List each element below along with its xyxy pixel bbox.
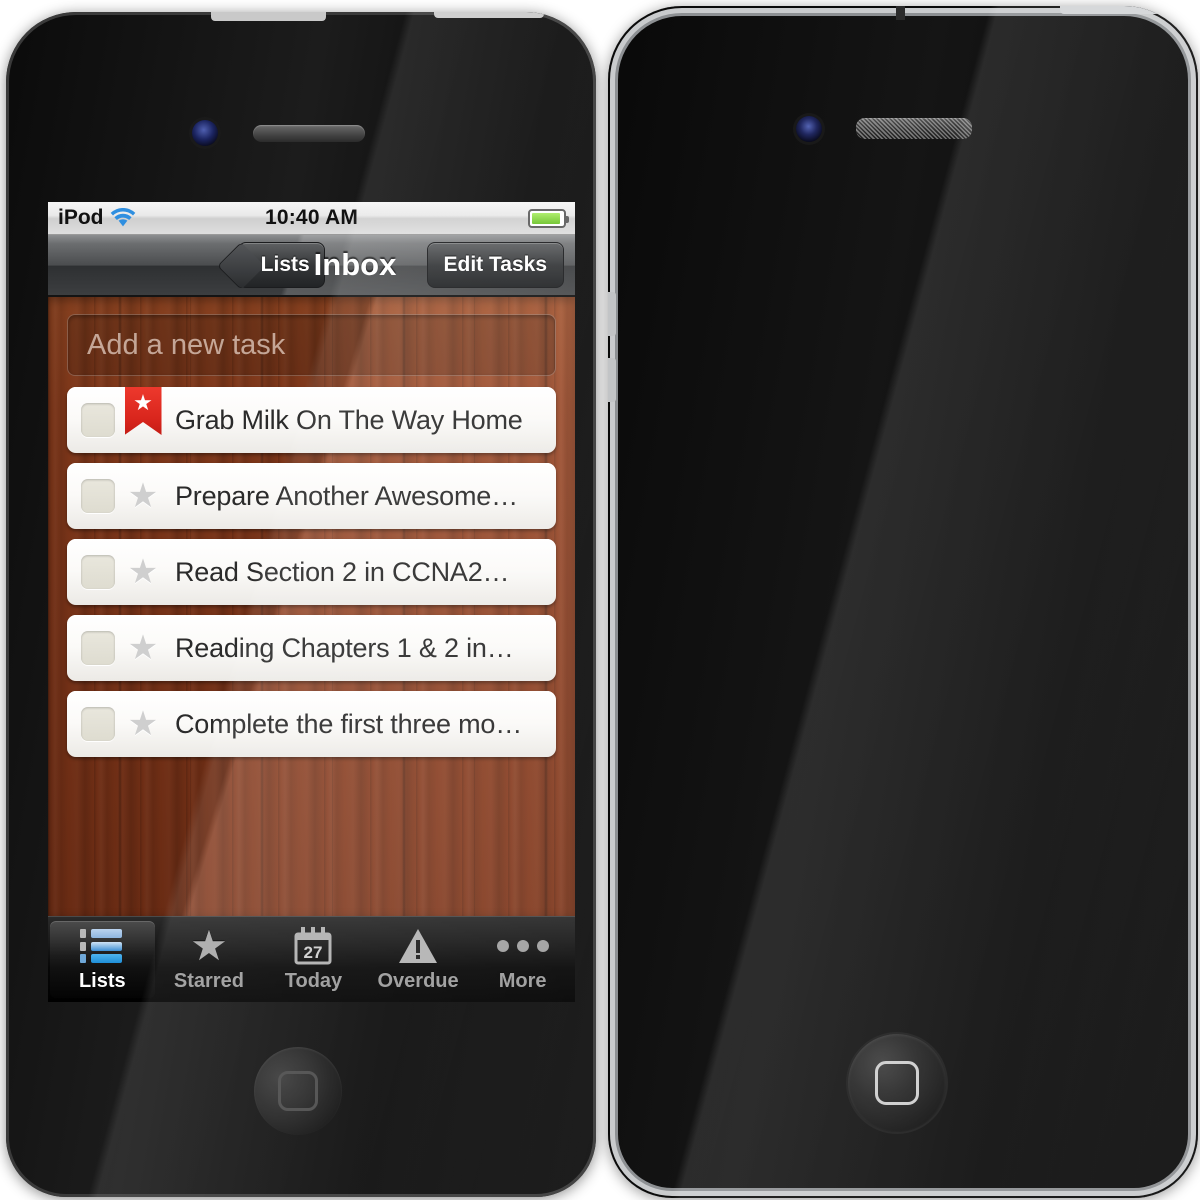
add-task-placeholder: Add a new task — [87, 328, 286, 361]
left-phone-front-camera — [192, 120, 218, 146]
left-tab-bar: Lists ★ Starred 27 Today Overdue More — [48, 916, 575, 1002]
task-checkbox[interactable] — [81, 707, 115, 741]
ribbon-shape: ★ — [124, 387, 162, 435]
calendar-icon: 27 — [294, 927, 332, 965]
left-phone-power-button — [434, 12, 544, 18]
screenshot-canvas: iPod 10:40 AM Lists Inbox Edit Tasks Add… — [0, 0, 1200, 1200]
task-list: ★ Grab Milk On The Way Home ★ Prepare Anoth… — [48, 387, 575, 757]
right-phone-power-button — [1060, 6, 1175, 14]
right-phone-front-camera — [796, 116, 822, 142]
tab-icon-wrap — [396, 926, 440, 966]
ellipsis-icon — [496, 940, 549, 952]
right-phone-earpiece-speaker — [856, 118, 972, 139]
left-phone-device: iPod 10:40 AM Lists Inbox Edit Tasks Add… — [6, 12, 596, 1197]
red-ribbon-star-icon[interactable]: ★ — [115, 387, 171, 453]
edit-tasks-button[interactable]: Edit Tasks — [426, 242, 564, 288]
left-status-bar: iPod 10:40 AM — [48, 202, 575, 235]
edit-tasks-label: Edit Tasks — [443, 253, 547, 276]
page-title: Inbox — [313, 247, 397, 282]
tab-today[interactable]: 27 Today — [261, 917, 366, 1002]
left-phone-home-button[interactable] — [254, 1047, 342, 1135]
battery-icon — [528, 208, 569, 228]
task-title: Read Section 2 in CCNA2… — [175, 556, 510, 587]
tab-label: Today — [284, 970, 343, 992]
left-phone-screen: iPod 10:40 AM Lists Inbox Edit Tasks Add… — [48, 202, 575, 1002]
back-chevron-icon — [216, 241, 265, 291]
tab-label: Overdue — [377, 970, 459, 992]
tab-icon-wrap: ★ — [190, 922, 228, 969]
left-phone-top-button — [211, 12, 326, 21]
gray-star-icon[interactable]: ★ — [115, 463, 171, 529]
back-button-label: Lists — [260, 253, 310, 276]
tab-starred[interactable]: ★ Starred — [157, 917, 262, 1002]
task-checkbox[interactable] — [81, 555, 115, 589]
right-phone-antenna-line — [896, 6, 905, 20]
left-content-area: Add a new task ★ Grab Milk On The Way Hom… — [48, 297, 575, 916]
svg-text:27: 27 — [304, 943, 323, 962]
task-title: Complete the first three mo… — [175, 708, 523, 739]
star-glyph: ★ — [127, 705, 159, 743]
task-checkbox[interactable] — [81, 403, 115, 437]
star-glyph: ★ — [127, 553, 159, 591]
right-phone-home-button[interactable] — [848, 1034, 946, 1132]
task-row[interactable]: ★ Grab Milk On The Way Home — [67, 387, 556, 453]
task-checkbox[interactable] — [81, 479, 115, 513]
left-phone-earpiece-speaker — [253, 125, 365, 142]
tab-icon-wrap — [496, 926, 549, 966]
gray-star-icon[interactable]: ★ — [115, 691, 171, 757]
left-nav-bar: Lists Inbox Edit Tasks — [48, 235, 575, 297]
warning-icon — [399, 929, 438, 963]
right-phone-volume-button — [608, 292, 616, 336]
right-phone-device: 16:59 92 % — [608, 6, 1198, 1198]
task-title: Prepare Another Awesome… — [175, 480, 518, 511]
star-glyph: ★ — [127, 477, 159, 515]
task-title: Grab Milk On The Way Home — [175, 404, 523, 435]
home-button-square-icon — [278, 1071, 318, 1111]
star-icon: ★ — [190, 922, 228, 969]
right-phone-volume-down-button — [608, 358, 616, 402]
task-row[interactable]: ★ Prepare Another Awesome… — [67, 463, 556, 529]
tab-label: More — [498, 970, 547, 992]
task-row[interactable]: ★ Reading Chapters 1 & 2 in… — [67, 615, 556, 681]
back-button[interactable]: Lists — [216, 241, 325, 291]
gray-star-icon[interactable]: ★ — [115, 615, 171, 681]
tab-icon-wrap: 27 — [291, 926, 335, 966]
tab-more[interactable]: More — [470, 917, 575, 1002]
task-checkbox[interactable] — [81, 631, 115, 665]
star-glyph: ★ — [127, 629, 159, 667]
tab-lists[interactable]: Lists — [50, 921, 155, 998]
status-bar-clock: 10:40 AM — [264, 206, 359, 229]
tab-icon-wrap — [80, 926, 124, 966]
home-button-square-icon — [875, 1061, 919, 1105]
white-star-glyph: ★ — [133, 390, 153, 415]
gray-star-icon[interactable]: ★ — [115, 539, 171, 605]
tab-label: Lists — [78, 970, 126, 992]
task-row[interactable]: ★ Read Section 2 in CCNA2… — [67, 539, 556, 605]
tab-label: Starred — [173, 970, 244, 992]
tab-overdue[interactable]: Overdue — [366, 917, 471, 1002]
add-task-input[interactable]: Add a new task — [67, 314, 556, 376]
task-title: Reading Chapters 1 & 2 in… — [175, 632, 514, 663]
lists-icon — [80, 929, 124, 963]
right-phone-glass-reflection — [608, 6, 1198, 1198]
task-row[interactable]: ★ Complete the first three mo… — [67, 691, 556, 757]
